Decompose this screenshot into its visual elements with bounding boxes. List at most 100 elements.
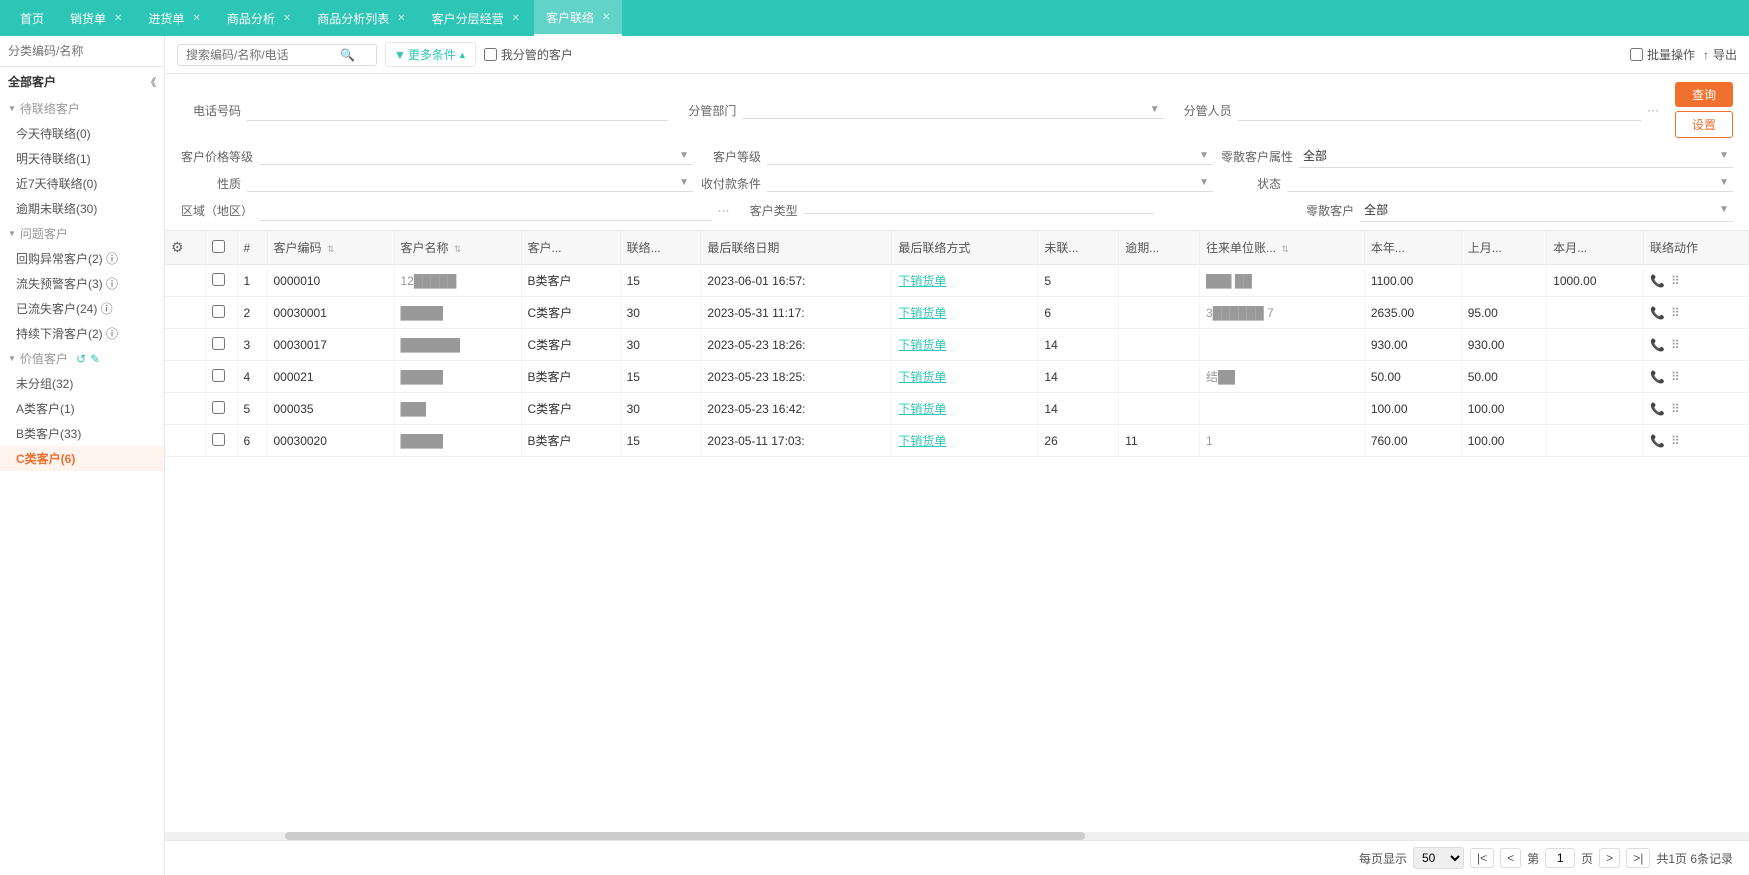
last-method-link-5[interactable]: 下销货单 <box>898 434 946 448</box>
filter-region-input[interactable] <box>259 200 712 221</box>
prev-page-btn[interactable]: < <box>1500 848 1521 868</box>
settings-grid-icon[interactable]: ⚙ <box>171 239 184 255</box>
bulk-op-check[interactable] <box>1630 48 1643 61</box>
action-grid-icon-5[interactable]: ⠿ <box>1671 434 1680 448</box>
row-checkbox-3[interactable] <box>212 369 225 382</box>
sidebar-item-7days[interactable]: 近7天待联络(0) <box>0 171 164 196</box>
last-method-link-2[interactable]: 下销货单 <box>898 338 946 352</box>
nav-sales-order[interactable]: 销货单 ✕ <box>58 0 134 36</box>
nav-home[interactable]: 首页 <box>8 0 56 36</box>
settings-button[interactable]: 设置 <box>1675 111 1733 138</box>
action-phone-icon-0[interactable]: 📞 <box>1650 274 1665 288</box>
row-checkbox-4[interactable] <box>212 401 225 414</box>
cell-last-method-3[interactable]: 下销货单 <box>892 361 1038 393</box>
manager-dots-icon[interactable]: ··· <box>1647 103 1659 117</box>
nav-close-product-analysis-list[interactable]: ✕ <box>397 13 405 24</box>
nav-close-purchase-order[interactable]: ✕ <box>192 13 200 24</box>
row-checkbox-0[interactable] <box>212 273 225 286</box>
row-checkbox-2[interactable] <box>212 337 225 350</box>
th-customer-name[interactable]: 客户名称 ⇅ <box>394 231 521 265</box>
more-conditions-btn[interactable]: ▼ 更多条件 ▲ <box>385 42 476 67</box>
first-page-btn[interactable]: |< <box>1470 848 1494 868</box>
filter-gender-select[interactable]: ▼ <box>247 174 693 192</box>
filter-dept-select[interactable]: ▼ <box>742 101 1163 119</box>
next-page-btn[interactable]: > <box>1599 848 1620 868</box>
scrollbar-thumb[interactable] <box>285 832 1085 840</box>
sidebar-item-repurchase-abnormal[interactable]: 回购异常客户(2) ⓘ <box>0 246 164 271</box>
nav-purchase-order[interactable]: 进货单 ✕ <box>136 0 212 36</box>
filter-customer-level-select[interactable]: ▼ <box>767 147 1213 165</box>
filter-phone-input[interactable] <box>247 100 668 121</box>
nav-close-customer-contact[interactable]: ✕ <box>602 12 610 23</box>
cell-last-method-2[interactable]: 下销货单 <box>892 329 1038 361</box>
per-page-select[interactable]: 50 100 200 <box>1413 847 1464 869</box>
nav-close-product-analysis[interactable]: ✕ <box>283 13 291 24</box>
sidebar-item-a-class[interactable]: A类客户(1) <box>0 396 164 421</box>
th-customer-code[interactable]: 客户编码 ⇅ <box>267 231 394 265</box>
sidebar-item-declining[interactable]: 持续下滑客户(2) ⓘ <box>0 321 164 346</box>
filter-status: 状态 ▼ <box>1221 174 1733 192</box>
nav-customer-contact[interactable]: 客户联络 ✕ <box>534 0 622 36</box>
sidebar-search-input[interactable] <box>8 44 163 58</box>
my-customers-check[interactable] <box>484 48 497 61</box>
horizontal-scrollbar[interactable] <box>165 832 1749 840</box>
last-method-link-0[interactable]: 下销货单 <box>898 274 946 288</box>
th-account[interactable]: 往来单位账... ⇅ <box>1200 231 1365 265</box>
sidebar-item-churn-warning[interactable]: 流失预警客户(3) ⓘ <box>0 271 164 296</box>
edit-icon[interactable]: ✎ <box>90 352 100 366</box>
row-checkbox-1[interactable] <box>212 305 225 318</box>
select-all-checkbox[interactable] <box>212 240 225 253</box>
action-grid-icon-2[interactable]: ⠿ <box>1671 338 1680 352</box>
action-grid-icon-4[interactable]: ⠿ <box>1671 402 1680 416</box>
bulk-operation-btn[interactable]: 批量操作 <box>1630 46 1695 63</box>
toolbar-search-input[interactable] <box>186 48 336 62</box>
filter-value-level-select[interactable]: ▼ <box>259 147 693 165</box>
sidebar-item-c-class[interactable]: C类客户(6) <box>0 446 164 471</box>
filter-status-select[interactable]: ▼ <box>1287 174 1733 192</box>
last-method-link-4[interactable]: 下销货单 <box>898 402 946 416</box>
last-method-link-3[interactable]: 下销货单 <box>898 370 946 384</box>
row-checkbox-5[interactable] <box>212 433 225 446</box>
action-grid-icon-1[interactable]: ⠿ <box>1671 306 1680 320</box>
last-page-btn[interactable]: >| <box>1626 848 1650 868</box>
sidebar-item-churned[interactable]: 已流失客户(24) ⓘ <box>0 296 164 321</box>
filter-customer-type-select[interactable] <box>804 207 1154 214</box>
refresh-icon[interactable]: ↺ <box>76 352 86 366</box>
last-method-link-1[interactable]: 下销货单 <box>898 306 946 320</box>
page-number-input[interactable] <box>1545 848 1575 868</box>
sidebar-item-b-class[interactable]: B类客户(33) <box>0 421 164 446</box>
export-btn[interactable]: ↑ 导出 <box>1703 46 1737 63</box>
filter-payment-select[interactable]: ▼ <box>767 174 1213 192</box>
nav-close-sales-order[interactable]: ✕ <box>114 13 122 24</box>
action-phone-icon-5[interactable]: 📞 <box>1650 434 1665 448</box>
query-button[interactable]: 查询 <box>1675 82 1733 107</box>
filter-retail-attr-select[interactable]: 全部 ▼ <box>1299 144 1733 168</box>
cell-last-method-1[interactable]: 下销货单 <box>892 297 1038 329</box>
action-grid-icon-0[interactable]: ⠿ <box>1671 274 1680 288</box>
action-phone-icon-2[interactable]: 📞 <box>1650 338 1665 352</box>
toolbar-search-icon[interactable]: 🔍 <box>340 48 355 62</box>
th-not-contact: 未联... <box>1038 231 1119 265</box>
action-grid-icon-3[interactable]: ⠿ <box>1671 370 1680 384</box>
filter-manager-input[interactable] <box>1238 100 1641 121</box>
nav-customer-segmentation[interactable]: 客户分层经营 ✕ <box>420 0 532 36</box>
nav-product-analysis-list[interactable]: 商品分析列表 ✕ <box>305 0 417 36</box>
cell-last-method-5[interactable]: 下销货单 <box>892 425 1038 457</box>
nav-close-customer-segmentation[interactable]: ✕ <box>512 13 520 24</box>
my-customers-checkbox[interactable]: 我分管的客户 <box>484 46 573 63</box>
action-phone-icon-4[interactable]: 📞 <box>1650 402 1665 416</box>
filter-retail-customer-select[interactable]: 全部 ▼ <box>1360 198 1733 222</box>
action-phone-icon-1[interactable]: 📞 <box>1650 306 1665 320</box>
action-phone-icon-3[interactable]: 📞 <box>1650 370 1665 384</box>
sidebar-item-overdue[interactable]: 逾期未联络(30) <box>0 196 164 221</box>
th-settings[interactable]: ⚙ <box>165 231 205 265</box>
sidebar-item-today[interactable]: 今天待联络(0) <box>0 121 164 146</box>
cell-last-method-0[interactable]: 下销货单 <box>892 265 1038 297</box>
cell-this-month-3 <box>1547 361 1644 393</box>
sidebar-item-tomorrow[interactable]: 明天待联络(1) <box>0 146 164 171</box>
sidebar-all-customers[interactable]: 全部客户 《 <box>0 67 164 96</box>
sidebar-item-unclassified[interactable]: 未分组(32) <box>0 371 164 396</box>
nav-product-analysis[interactable]: 商品分析 ✕ <box>215 0 303 36</box>
region-dots-icon[interactable]: ··· <box>718 203 730 217</box>
cell-last-method-4[interactable]: 下销货单 <box>892 393 1038 425</box>
